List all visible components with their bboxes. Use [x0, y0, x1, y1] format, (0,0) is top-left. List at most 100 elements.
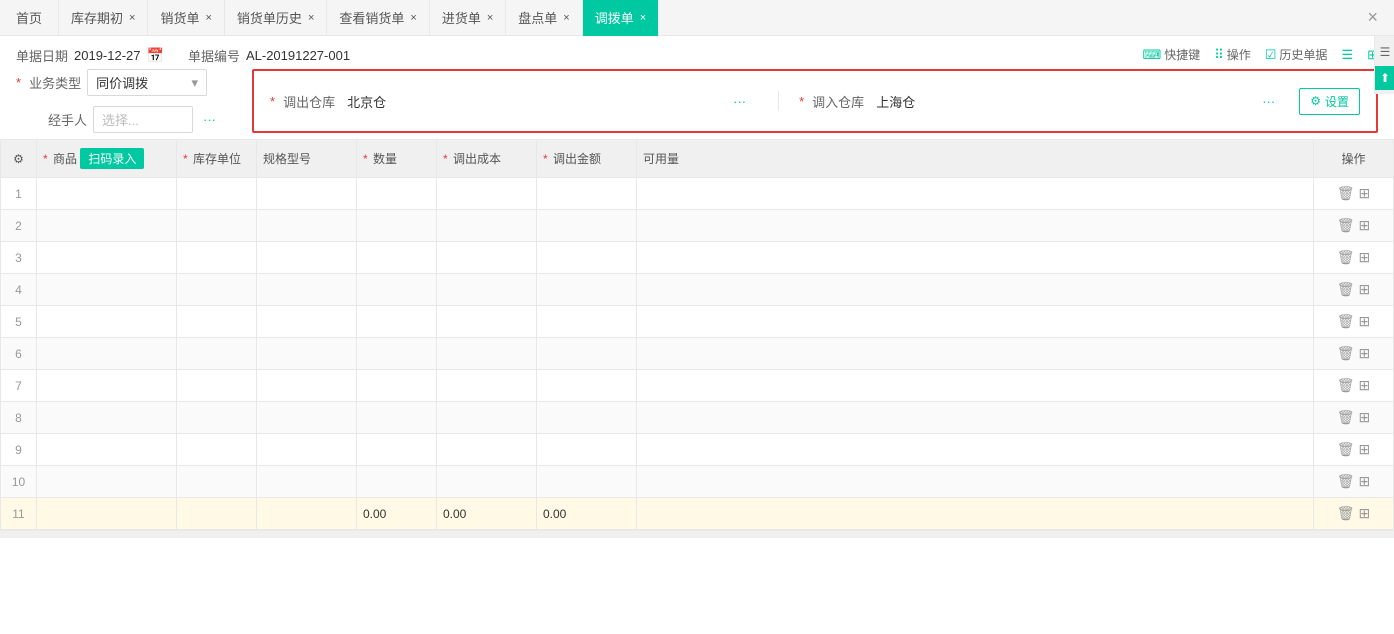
- tab-transfer-order-close[interactable]: ×: [640, 12, 646, 24]
- copy-icon[interactable]: ⊞: [1359, 473, 1371, 489]
- calendar-icon[interactable]: 📅: [147, 47, 164, 64]
- row-transfer-cost[interactable]: [437, 242, 537, 274]
- delete-icon[interactable]: 🗑: [1337, 313, 1355, 329]
- row-spec[interactable]: [257, 370, 357, 402]
- tab-transfer-order[interactable]: 调拨单 ×: [583, 0, 659, 36]
- scan-button[interactable]: 扫码录入: [80, 148, 144, 169]
- copy-icon[interactable]: ⊞: [1359, 249, 1371, 265]
- copy-icon[interactable]: ⊞: [1359, 377, 1371, 393]
- row-transfer-cost[interactable]: [437, 434, 537, 466]
- row-product[interactable]: [37, 338, 177, 370]
- row-product[interactable]: [37, 274, 177, 306]
- row-unit[interactable]: [177, 370, 257, 402]
- tab-sales-history[interactable]: 销货单历史 ×: [225, 0, 327, 36]
- row-product[interactable]: [37, 370, 177, 402]
- row-transfer-cost[interactable]: [437, 178, 537, 210]
- delete-icon[interactable]: 🗑: [1337, 377, 1355, 393]
- tab-purchase-order-close[interactable]: ×: [487, 12, 493, 24]
- delete-icon[interactable]: 🗑: [1337, 345, 1355, 361]
- row-product[interactable]: [37, 210, 177, 242]
- delete-icon[interactable]: 🗑: [1337, 505, 1355, 521]
- row-spec[interactable]: [257, 498, 357, 530]
- row-product[interactable]: [37, 242, 177, 274]
- row-spec[interactable]: [257, 242, 357, 274]
- copy-icon[interactable]: ⊞: [1359, 345, 1371, 361]
- row-qty[interactable]: [357, 274, 437, 306]
- row-transfer-amount[interactable]: [537, 338, 637, 370]
- row-transfer-cost[interactable]: [437, 306, 537, 338]
- tab-inventory-check[interactable]: 盘点单 ×: [506, 0, 582, 36]
- row-spec[interactable]: [257, 466, 357, 498]
- shortcuts-button[interactable]: ⌨ 快捷键: [1142, 46, 1200, 63]
- row-qty[interactable]: [357, 178, 437, 210]
- row-transfer-amount[interactable]: 0.00: [537, 498, 637, 530]
- row-unit[interactable]: [177, 242, 257, 274]
- row-transfer-amount[interactable]: [537, 434, 637, 466]
- delete-icon[interactable]: 🗑: [1337, 441, 1355, 457]
- history-button[interactable]: ☑ 历史单据: [1265, 46, 1328, 63]
- person-more-icon[interactable]: ···: [203, 112, 216, 127]
- row-product[interactable]: [37, 498, 177, 530]
- copy-icon[interactable]: ⊞: [1359, 185, 1371, 201]
- delete-icon[interactable]: 🗑: [1337, 249, 1355, 265]
- row-qty[interactable]: [357, 210, 437, 242]
- row-transfer-cost[interactable]: [437, 210, 537, 242]
- delete-icon[interactable]: 🗑: [1337, 409, 1355, 425]
- window-close-button[interactable]: ×: [1359, 7, 1386, 28]
- row-qty[interactable]: [357, 306, 437, 338]
- tab-purchase-order[interactable]: 进货单 ×: [430, 0, 506, 36]
- copy-icon[interactable]: ⊞: [1359, 217, 1371, 233]
- row-qty[interactable]: 0.00: [357, 498, 437, 530]
- row-qty[interactable]: [357, 434, 437, 466]
- row-unit[interactable]: [177, 306, 257, 338]
- row-unit[interactable]: [177, 178, 257, 210]
- row-spec[interactable]: [257, 210, 357, 242]
- copy-icon[interactable]: ⊞: [1359, 281, 1371, 297]
- tab-inventory-init-close[interactable]: ×: [129, 12, 135, 24]
- tab-view-sales-close[interactable]: ×: [410, 12, 416, 24]
- delete-icon[interactable]: 🗑: [1337, 473, 1355, 489]
- row-qty[interactable]: [357, 466, 437, 498]
- row-transfer-amount[interactable]: [537, 466, 637, 498]
- row-unit[interactable]: [177, 338, 257, 370]
- row-transfer-cost[interactable]: 0.00: [437, 498, 537, 530]
- tab-sales-order-close[interactable]: ×: [205, 12, 211, 24]
- row-unit[interactable]: [177, 498, 257, 530]
- row-transfer-amount[interactable]: [537, 178, 637, 210]
- row-product[interactable]: [37, 178, 177, 210]
- copy-icon[interactable]: ⊞: [1359, 409, 1371, 425]
- layout-toggle-button[interactable]: ☰: [1341, 47, 1353, 63]
- row-transfer-cost[interactable]: [437, 274, 537, 306]
- person-select[interactable]: 选择...: [93, 106, 193, 133]
- row-unit[interactable]: [177, 274, 257, 306]
- copy-icon[interactable]: ⊞: [1359, 441, 1371, 457]
- row-product[interactable]: [37, 434, 177, 466]
- copy-icon[interactable]: ⊞: [1359, 313, 1371, 329]
- in-warehouse-more-icon[interactable]: ···: [1262, 94, 1275, 109]
- row-qty[interactable]: [357, 370, 437, 402]
- bottom-scrollbar[interactable]: [0, 530, 1394, 538]
- row-transfer-cost[interactable]: [437, 402, 537, 434]
- row-qty[interactable]: [357, 338, 437, 370]
- delete-icon[interactable]: 🗑: [1337, 217, 1355, 233]
- row-transfer-cost[interactable]: [437, 466, 537, 498]
- row-unit[interactable]: [177, 434, 257, 466]
- row-transfer-cost[interactable]: [437, 370, 537, 402]
- row-qty[interactable]: [357, 242, 437, 274]
- settings-button[interactable]: ⚙ 设置: [1299, 88, 1360, 115]
- col-gear[interactable]: ⚙: [1, 140, 37, 178]
- tab-view-sales[interactable]: 查看销货单 ×: [327, 0, 429, 36]
- delete-icon[interactable]: 🗑: [1337, 281, 1355, 297]
- row-transfer-amount[interactable]: [537, 370, 637, 402]
- row-transfer-amount[interactable]: [537, 242, 637, 274]
- delete-icon[interactable]: 🗑: [1337, 185, 1355, 201]
- row-product[interactable]: [37, 466, 177, 498]
- row-spec[interactable]: [257, 338, 357, 370]
- row-unit[interactable]: [177, 402, 257, 434]
- row-transfer-amount[interactable]: [537, 274, 637, 306]
- row-product[interactable]: [37, 402, 177, 434]
- row-transfer-amount[interactable]: [537, 306, 637, 338]
- row-spec[interactable]: [257, 274, 357, 306]
- row-unit[interactable]: [177, 466, 257, 498]
- row-transfer-amount[interactable]: [537, 402, 637, 434]
